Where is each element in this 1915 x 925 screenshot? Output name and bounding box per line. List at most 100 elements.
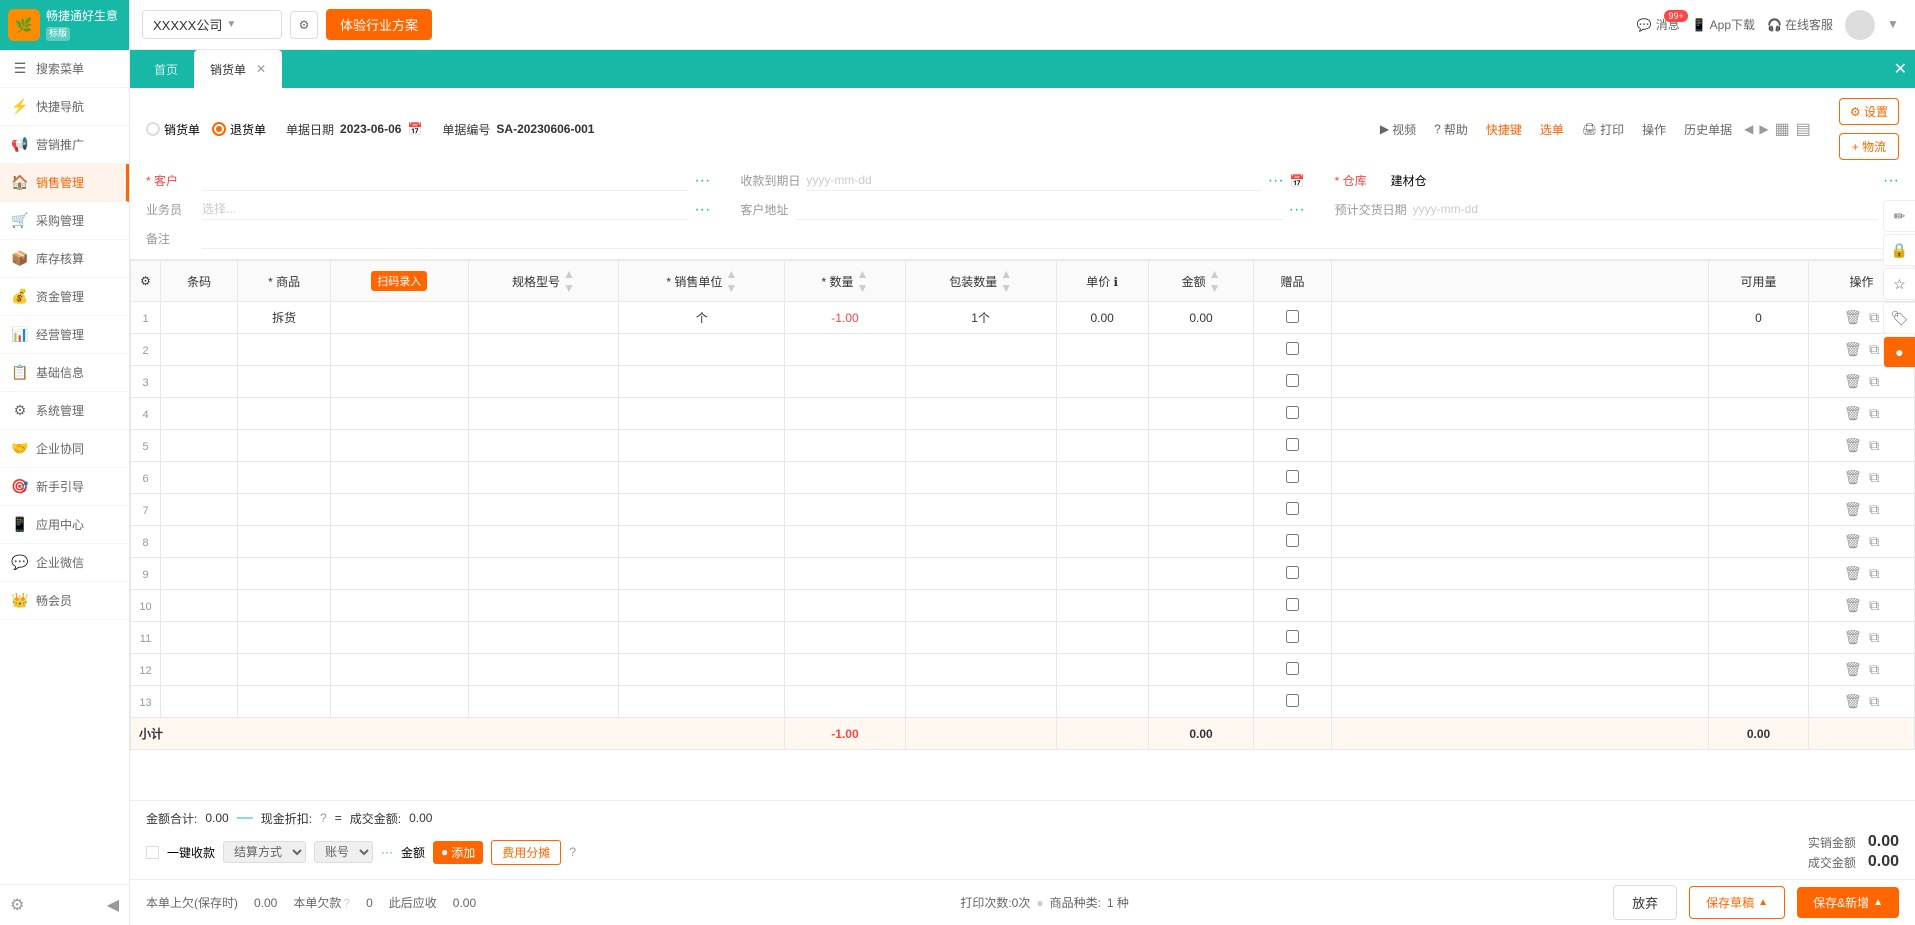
cell-remark[interactable]: [1331, 302, 1708, 334]
cell-barcode[interactable]: [161, 590, 238, 622]
save-new-button[interactable]: 保存&新增 ▲: [1797, 887, 1899, 918]
sidebar-item-purchase[interactable]: 🛒 采购管理: [0, 202, 129, 240]
copy-row-button[interactable]: ⧉: [1867, 435, 1881, 456]
shortcut-button[interactable]: 快捷键: [1480, 118, 1528, 141]
cell-unit[interactable]: [619, 686, 785, 718]
cell-spec[interactable]: [468, 654, 619, 686]
cell-product[interactable]: [238, 590, 330, 622]
copy-row-button[interactable]: ⧉: [1867, 563, 1881, 584]
cell-unit[interactable]: [619, 622, 785, 654]
th-scan[interactable]: 扫码录入: [330, 261, 468, 302]
message-button[interactable]: 💬 消息 99+: [1637, 16, 1680, 33]
account-dots[interactable]: ···: [381, 845, 393, 859]
cell-qty[interactable]: [785, 526, 906, 558]
cell-gift[interactable]: [1254, 462, 1331, 494]
close-all-tabs-icon[interactable]: ✕: [1894, 59, 1907, 79]
cell-product[interactable]: [238, 526, 330, 558]
sidebar-item-inventory[interactable]: 📦 库存核算: [0, 240, 129, 278]
due-date-input[interactable]: [806, 170, 1261, 191]
cell-pkg-qty[interactable]: [905, 462, 1056, 494]
cell-qty[interactable]: [785, 654, 906, 686]
cell-spec[interactable]: [468, 590, 619, 622]
sidebar-settings-icon[interactable]: ⚙: [10, 895, 24, 915]
radio-return[interactable]: 退货单: [212, 121, 266, 138]
cell-unit[interactable]: [619, 334, 785, 366]
delete-row-button[interactable]: 🗑: [1842, 595, 1864, 616]
cell-product[interactable]: [238, 430, 330, 462]
select-button[interactable]: 选单: [1534, 118, 1570, 141]
cell-barcode[interactable]: [161, 430, 238, 462]
print-button[interactable]: 🖨 打印: [1576, 118, 1630, 141]
cell-spec[interactable]: [468, 334, 619, 366]
cell-product[interactable]: [238, 398, 330, 430]
cell-pkg-qty[interactable]: 1个: [905, 302, 1056, 334]
cell-product[interactable]: [238, 654, 330, 686]
cell-gift[interactable]: [1254, 334, 1331, 366]
float-edit-btn[interactable]: ✏: [1883, 200, 1915, 232]
cell-price[interactable]: 0.00: [1056, 302, 1148, 334]
list-view-icon[interactable]: ▤: [1796, 119, 1811, 139]
sidebar-item-apps[interactable]: 📱 应用中心: [0, 506, 129, 544]
float-star-btn[interactable]: ☆: [1883, 268, 1915, 300]
sidebar-item-search[interactable]: ☰ 搜索菜单: [0, 50, 129, 88]
operate-button[interactable]: 操作: [1636, 118, 1672, 141]
due-date-calendar-icon[interactable]: 📅: [1290, 174, 1305, 188]
help-icon-owed[interactable]: ?: [343, 896, 350, 910]
cell-qty[interactable]: [785, 622, 906, 654]
cell-barcode[interactable]: [161, 398, 238, 430]
cell-qty[interactable]: [785, 494, 906, 526]
cell-spec[interactable]: [468, 462, 619, 494]
copy-row-button[interactable]: ⧉: [1867, 595, 1881, 616]
cell-remark[interactable]: [1331, 654, 1708, 686]
cell-pkg-qty[interactable]: [905, 686, 1056, 718]
app-download-button[interactable]: 📱 App下载: [1692, 16, 1755, 33]
tab-home[interactable]: 首页: [138, 50, 194, 88]
delete-row-button[interactable]: 🗑: [1842, 371, 1864, 392]
salesperson-input[interactable]: [202, 199, 688, 220]
sidebar-item-wechat[interactable]: 💬 企业微信: [0, 544, 129, 582]
cell-product[interactable]: [238, 366, 330, 398]
cell-amount[interactable]: [1148, 398, 1253, 430]
cell-remark[interactable]: [1331, 334, 1708, 366]
cell-gift[interactable]: [1254, 558, 1331, 590]
cell-unit[interactable]: 个: [619, 302, 785, 334]
cell-gift[interactable]: [1254, 654, 1331, 686]
sidebar-item-guide[interactable]: 🎯 新手引导: [0, 468, 129, 506]
cell-price[interactable]: [1056, 654, 1148, 686]
cell-remark[interactable]: [1331, 622, 1708, 654]
cell-barcode[interactable]: [161, 366, 238, 398]
cell-qty[interactable]: -1.00: [785, 302, 906, 334]
cell-pkg-qty[interactable]: [905, 366, 1056, 398]
cell-product[interactable]: [238, 334, 330, 366]
delete-row-button[interactable]: 🗑: [1842, 563, 1864, 584]
cell-price[interactable]: [1056, 430, 1148, 462]
delete-row-button[interactable]: 🗑: [1842, 659, 1864, 680]
float-lock-btn[interactable]: 🔒: [1883, 234, 1915, 266]
cell-pkg-qty[interactable]: [905, 558, 1056, 590]
cell-qty[interactable]: [785, 686, 906, 718]
cell-price[interactable]: [1056, 526, 1148, 558]
cell-spec[interactable]: [468, 302, 619, 334]
cell-gift[interactable]: [1254, 590, 1331, 622]
cell-pkg-qty[interactable]: [905, 590, 1056, 622]
cell-product[interactable]: [238, 686, 330, 718]
cell-unit[interactable]: [619, 526, 785, 558]
cell-amount[interactable]: [1148, 654, 1253, 686]
note-input[interactable]: [202, 228, 1899, 249]
delete-row-button[interactable]: 🗑: [1842, 531, 1864, 552]
cell-price[interactable]: [1056, 622, 1148, 654]
account-select[interactable]: 账号: [314, 841, 373, 863]
copy-row-button[interactable]: ⧉: [1867, 339, 1881, 360]
delete-row-button[interactable]: 🗑: [1842, 403, 1864, 424]
cell-gift[interactable]: [1254, 686, 1331, 718]
sidebar-item-marketing[interactable]: 📢 营销推广: [0, 126, 129, 164]
delete-row-button[interactable]: 🗑: [1842, 339, 1864, 360]
cell-gift[interactable]: [1254, 398, 1331, 430]
delete-row-button[interactable]: 🗑: [1842, 691, 1864, 712]
cell-amount[interactable]: [1148, 622, 1253, 654]
add-button[interactable]: ● 添加: [433, 841, 483, 864]
cell-price[interactable]: [1056, 398, 1148, 430]
due-date-dots[interactable]: ···: [1268, 172, 1284, 190]
cell-gift[interactable]: [1254, 494, 1331, 526]
cell-unit[interactable]: [619, 430, 785, 462]
